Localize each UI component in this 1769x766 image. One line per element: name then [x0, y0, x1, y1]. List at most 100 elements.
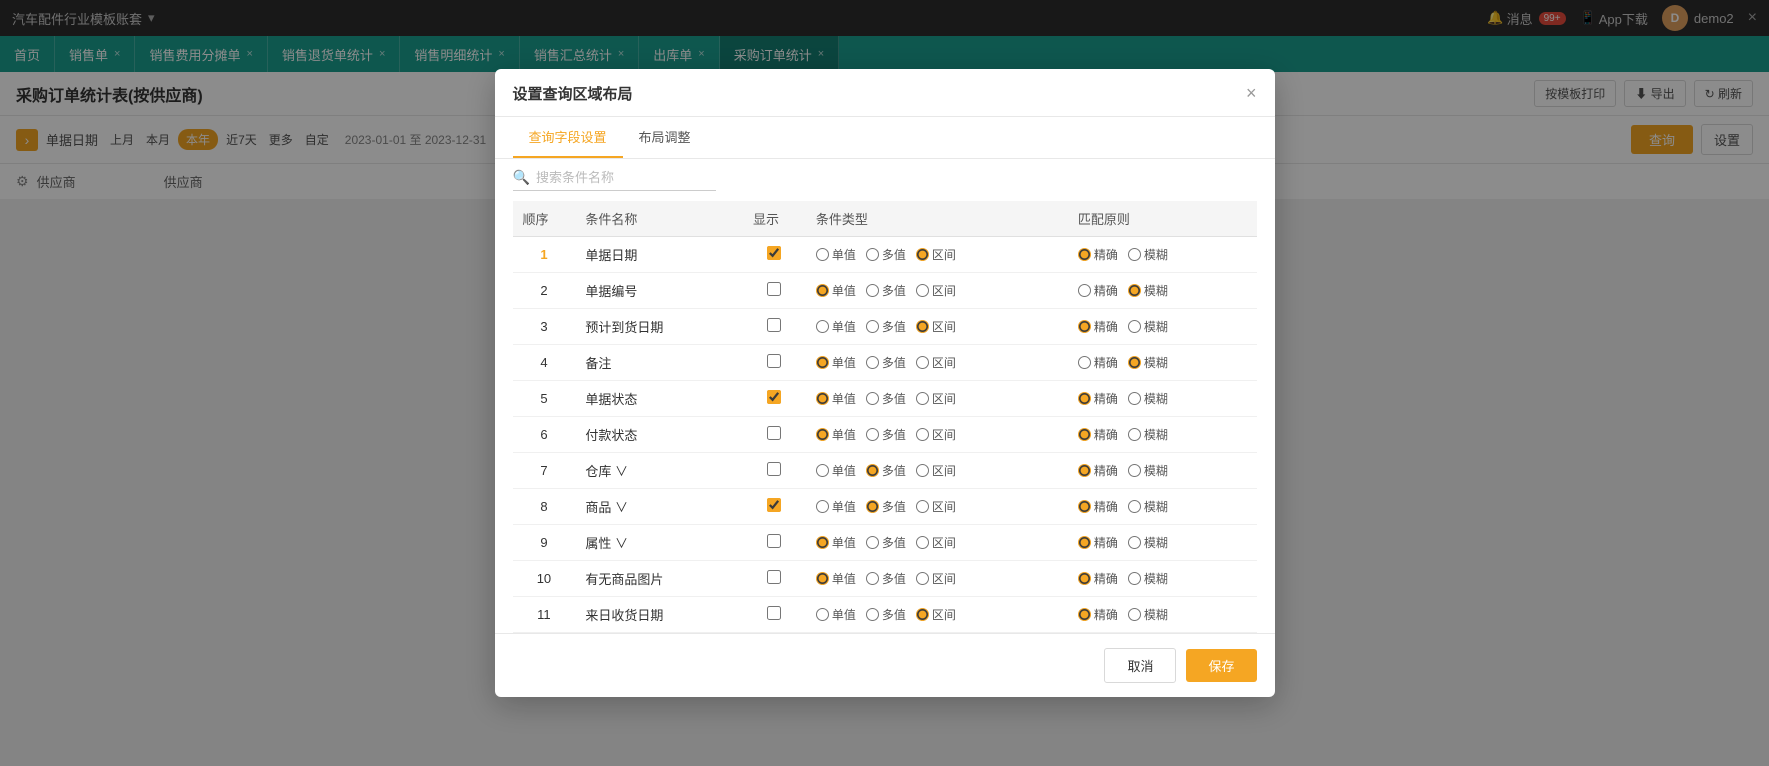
type-radio[interactable]: [816, 392, 829, 405]
show-checkbox[interactable]: [767, 318, 781, 332]
type-radio-item[interactable]: 区间: [916, 498, 956, 515]
type-radio-item[interactable]: 多值: [866, 354, 906, 371]
type-radio[interactable]: [816, 608, 829, 621]
type-radio[interactable]: [916, 248, 929, 261]
match-radio-item[interactable]: 精确: [1078, 606, 1118, 623]
type-radio[interactable]: [866, 248, 879, 261]
type-radio-item[interactable]: 多值: [866, 534, 906, 551]
match-radio[interactable]: [1078, 608, 1091, 621]
type-radio-item[interactable]: 多值: [866, 318, 906, 335]
type-radio[interactable]: [816, 536, 829, 549]
match-radio-item[interactable]: 模糊: [1128, 318, 1168, 335]
show-checkbox[interactable]: [767, 246, 781, 260]
type-radio-item[interactable]: 单值: [816, 390, 856, 407]
modal-tab-layout[interactable]: 布局调整: [623, 117, 707, 158]
type-radio-item[interactable]: 区间: [916, 606, 956, 623]
type-radio[interactable]: [816, 248, 829, 261]
match-radio-item[interactable]: 模糊: [1128, 462, 1168, 479]
match-radio[interactable]: [1128, 284, 1141, 297]
type-radio[interactable]: [816, 428, 829, 441]
type-radio-item[interactable]: 区间: [916, 426, 956, 443]
match-radio[interactable]: [1078, 536, 1091, 549]
match-radio[interactable]: [1078, 392, 1091, 405]
type-radio[interactable]: [916, 572, 929, 585]
search-input[interactable]: [536, 170, 716, 185]
type-radio[interactable]: [916, 608, 929, 621]
match-radio-item[interactable]: 模糊: [1128, 498, 1168, 515]
type-radio-item[interactable]: 区间: [916, 534, 956, 551]
show-checkbox[interactable]: [767, 282, 781, 296]
type-radio-item[interactable]: 多值: [866, 462, 906, 479]
match-radio[interactable]: [1128, 320, 1141, 333]
modal-tab-query-fields[interactable]: 查询字段设置: [513, 117, 623, 158]
type-radio[interactable]: [816, 500, 829, 513]
match-radio-item[interactable]: 精确: [1078, 534, 1118, 551]
type-radio[interactable]: [866, 428, 879, 441]
type-radio[interactable]: [866, 464, 879, 477]
type-radio[interactable]: [866, 536, 879, 549]
type-radio[interactable]: [916, 428, 929, 441]
type-radio-item[interactable]: 区间: [916, 282, 956, 299]
type-radio[interactable]: [866, 320, 879, 333]
match-radio-item[interactable]: 模糊: [1128, 534, 1168, 551]
match-radio-item[interactable]: 精确: [1078, 570, 1118, 587]
match-radio-item[interactable]: 模糊: [1128, 282, 1168, 299]
match-radio[interactable]: [1078, 320, 1091, 333]
type-radio-item[interactable]: 区间: [916, 246, 956, 263]
type-radio-item[interactable]: 多值: [866, 498, 906, 515]
type-radio-item[interactable]: 区间: [916, 462, 956, 479]
show-checkbox[interactable]: [767, 606, 781, 620]
match-radio-item[interactable]: 模糊: [1128, 246, 1168, 263]
type-radio[interactable]: [916, 356, 929, 369]
show-checkbox[interactable]: [767, 462, 781, 476]
type-radio[interactable]: [866, 392, 879, 405]
match-radio-item[interactable]: 模糊: [1128, 390, 1168, 407]
cancel-button[interactable]: 取消: [1104, 648, 1176, 683]
match-radio-item[interactable]: 模糊: [1128, 570, 1168, 587]
match-radio-item[interactable]: 精确: [1078, 282, 1118, 299]
match-radio[interactable]: [1128, 428, 1141, 441]
match-radio[interactable]: [1078, 356, 1091, 369]
match-radio-item[interactable]: 精确: [1078, 498, 1118, 515]
match-radio[interactable]: [1128, 536, 1141, 549]
show-checkbox[interactable]: [767, 570, 781, 584]
type-radio[interactable]: [816, 320, 829, 333]
type-radio-item[interactable]: 单值: [816, 246, 856, 263]
type-radio-item[interactable]: 单值: [816, 426, 856, 443]
show-checkbox[interactable]: [767, 390, 781, 404]
match-radio-item[interactable]: 模糊: [1128, 426, 1168, 443]
match-radio-item[interactable]: 模糊: [1128, 354, 1168, 371]
show-checkbox[interactable]: [767, 534, 781, 548]
match-radio-item[interactable]: 精确: [1078, 354, 1118, 371]
type-radio[interactable]: [916, 320, 929, 333]
type-radio[interactable]: [916, 464, 929, 477]
match-radio[interactable]: [1128, 500, 1141, 513]
match-radio[interactable]: [1078, 284, 1091, 297]
type-radio[interactable]: [916, 500, 929, 513]
show-checkbox[interactable]: [767, 498, 781, 512]
type-radio-item[interactable]: 区间: [916, 570, 956, 587]
type-radio-item[interactable]: 区间: [916, 390, 956, 407]
type-radio[interactable]: [866, 356, 879, 369]
type-radio-item[interactable]: 单值: [816, 282, 856, 299]
match-radio[interactable]: [1078, 572, 1091, 585]
type-radio-item[interactable]: 单值: [816, 498, 856, 515]
match-radio-item[interactable]: 精确: [1078, 426, 1118, 443]
match-radio[interactable]: [1128, 356, 1141, 369]
show-checkbox[interactable]: [767, 354, 781, 368]
type-radio-item[interactable]: 单值: [816, 534, 856, 551]
match-radio[interactable]: [1078, 464, 1091, 477]
type-radio-item[interactable]: 单值: [816, 570, 856, 587]
type-radio-item[interactable]: 区间: [916, 354, 956, 371]
type-radio-item[interactable]: 多值: [866, 570, 906, 587]
match-radio-item[interactable]: 精确: [1078, 246, 1118, 263]
match-radio[interactable]: [1128, 464, 1141, 477]
type-radio-item[interactable]: 多值: [866, 390, 906, 407]
type-radio[interactable]: [866, 608, 879, 621]
modal-close-button[interactable]: ×: [1246, 83, 1257, 104]
type-radio[interactable]: [816, 356, 829, 369]
match-radio[interactable]: [1128, 608, 1141, 621]
type-radio[interactable]: [816, 284, 829, 297]
type-radio-item[interactable]: 区间: [916, 318, 956, 335]
type-radio-item[interactable]: 单值: [816, 462, 856, 479]
